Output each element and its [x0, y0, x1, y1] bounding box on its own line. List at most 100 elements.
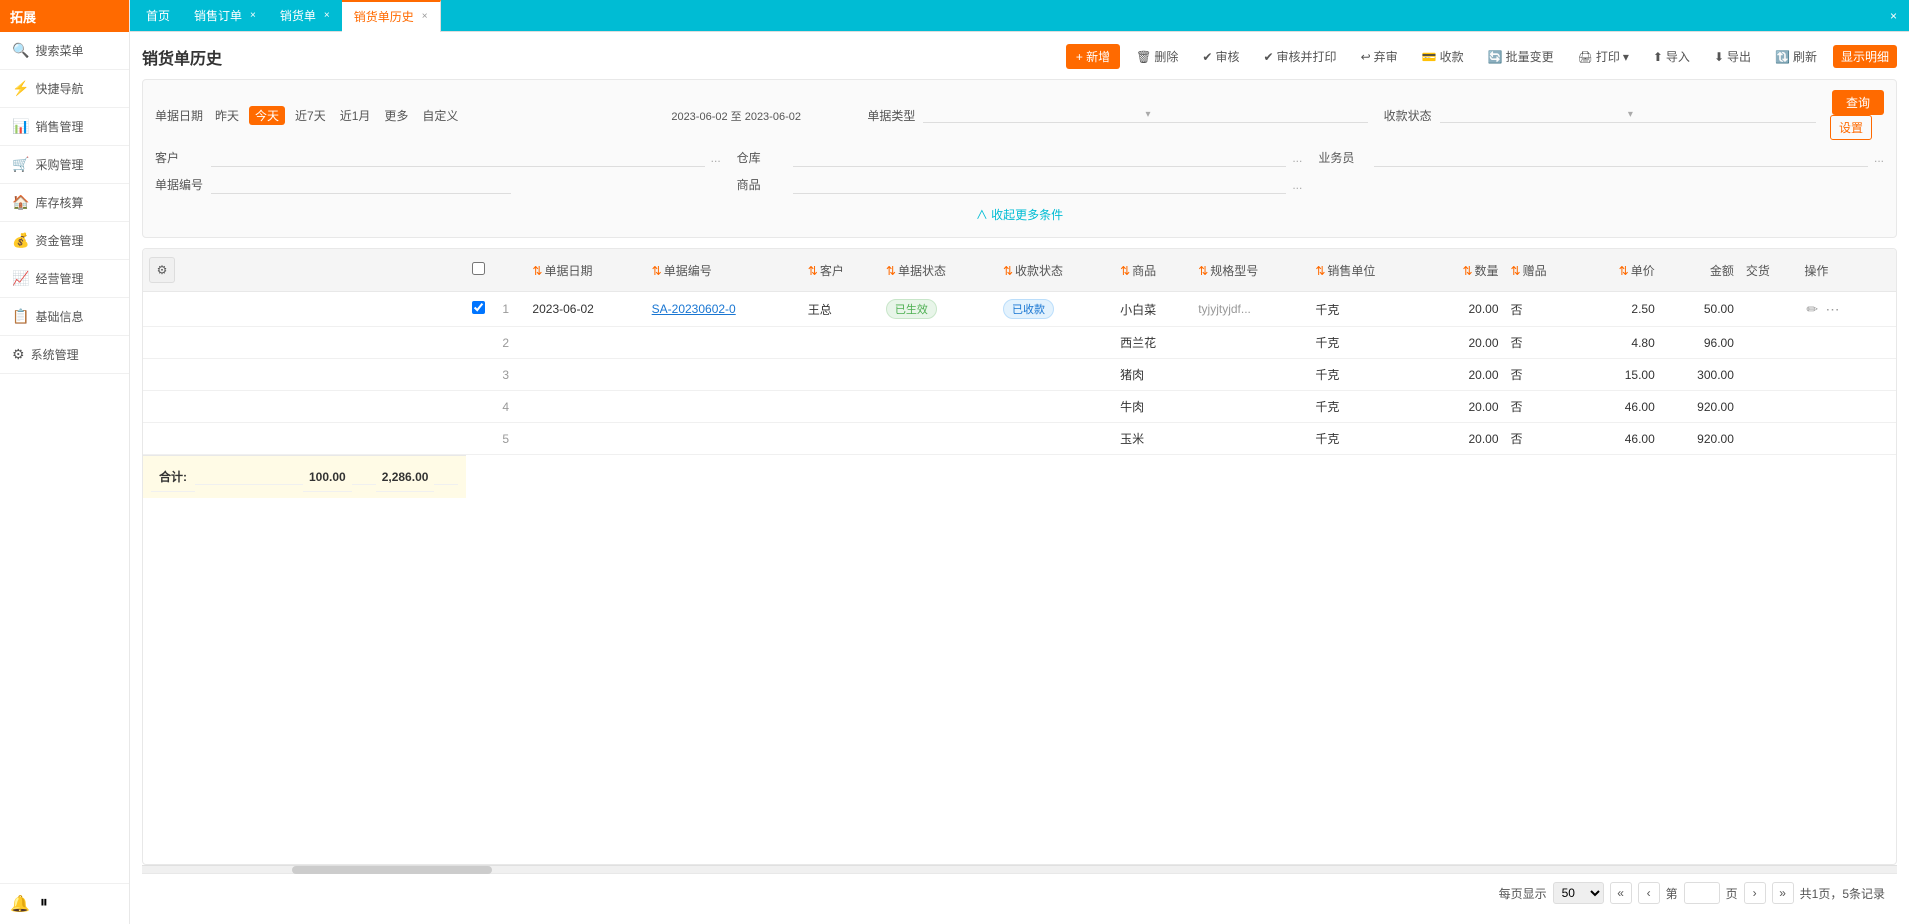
row-checkbox[interactable] [472, 301, 485, 314]
bell-icon[interactable]: 🔔 [10, 894, 30, 914]
audit-button[interactable]: ✔ 审核 [1194, 45, 1247, 68]
salesperson-label: 业务员 [1318, 149, 1368, 166]
td-unit: 千克 [1309, 391, 1426, 423]
th-qty[interactable]: ⇅数量 [1426, 249, 1504, 292]
th-doc-status[interactable]: ⇅单据状态 [880, 249, 997, 292]
page-next-btn[interactable]: › [1744, 882, 1766, 904]
table: ⚙ ⇅单据日期 ⇅单据编号 ⇅客户 [143, 249, 1896, 498]
sidebar: 拓展 🔍 搜索菜单 ⚡ 快捷导航 📊 销售管理 🛒 采购管理 🏠 库存核算 💰 … [0, 0, 130, 924]
tab-home[interactable]: 首页 [134, 0, 182, 32]
th-unit[interactable]: ⇅销售单位 [1309, 249, 1426, 292]
horizontal-scrollbar[interactable] [142, 865, 1897, 873]
warehouse-dots[interactable]: ... [1292, 151, 1302, 165]
collect-button[interactable]: 💳 收款 [1414, 45, 1472, 68]
abandon-button[interactable]: ↩ 弃审 [1353, 45, 1406, 68]
td-action [1798, 391, 1896, 423]
pause-icon[interactable]: ⏸ [40, 894, 48, 914]
shortcut-yesterday[interactable]: 昨天 [211, 106, 243, 125]
tab-sales-history[interactable]: 销货单历史 × [342, 0, 441, 32]
page-first-btn[interactable]: « [1610, 882, 1632, 904]
sidebar-item-label: 资金管理 [35, 232, 83, 249]
td-customer: 王总 [802, 292, 880, 327]
query-button[interactable]: 查询 [1832, 90, 1884, 115]
th-date[interactable]: ⇅单据日期 [526, 249, 645, 292]
tab-close-sales-order[interactable]: × [250, 10, 256, 21]
sidebar-item-purchase[interactable]: 🛒 采购管理 [0, 146, 129, 184]
more-icon[interactable]: ⋯ [1825, 301, 1839, 317]
scrollbar-thumb[interactable] [292, 866, 492, 874]
page-header: 销货单历史 + 新增 🗑 删除 ✔ 审核 ✔ 审核并打印 ↩ [142, 44, 1897, 69]
filter-customer: 客户 ... [155, 148, 721, 167]
td-doc-status [880, 327, 997, 359]
tab-sales-delivery[interactable]: 销货单 × [268, 0, 342, 32]
th-amount: 金额 [1661, 249, 1740, 292]
export-button[interactable]: ⬇ 导出 [1706, 45, 1759, 68]
th-price[interactable]: ⇅单价 [1583, 249, 1661, 292]
sidebar-item-system[interactable]: ⚙ 系统管理 [0, 336, 129, 374]
sidebar-item-sales[interactable]: 📊 销售管理 [0, 108, 129, 146]
page-prev-btn[interactable]: ‹ [1638, 882, 1660, 904]
select-all-checkbox[interactable] [472, 262, 485, 275]
tab-close-all[interactable]: × [1882, 9, 1905, 23]
print-button[interactable]: 🖨 打印 ▾ [1570, 45, 1637, 68]
th-spec[interactable]: ⇅规格型号 [1192, 249, 1309, 292]
th-customer[interactable]: ⇅客户 [802, 249, 880, 292]
goods-input[interactable] [793, 175, 1287, 194]
td-date [526, 359, 645, 391]
page-last-btn[interactable]: » [1772, 882, 1794, 904]
tab-close-history[interactable]: × [422, 11, 428, 22]
th-collect-status[interactable]: ⇅收款状态 [997, 249, 1114, 292]
edit-icon[interactable]: ✏ [1806, 301, 1818, 317]
shortcut-more[interactable]: 更多 [380, 106, 412, 125]
doc-no-link[interactable]: SA-20230602-0 [652, 302, 736, 316]
salesperson-input[interactable] [1374, 148, 1868, 167]
sidebar-item-finance[interactable]: 💰 资金管理 [0, 222, 129, 260]
delete-button[interactable]: 🗑 删除 [1128, 45, 1186, 68]
filter-collect-status: 收款状态 ▾ 查询 设置 [1384, 90, 1884, 140]
settings-button[interactable]: 设置 [1830, 115, 1872, 140]
shortcut-1month[interactable]: 近1月 [336, 106, 375, 125]
th-gift[interactable]: ⇅赠品 [1505, 249, 1583, 292]
shortcut-today[interactable]: 今天 [249, 106, 285, 125]
doc-type-select[interactable]: ▾ [923, 107, 1367, 123]
customer-dots[interactable]: ... [711, 151, 721, 165]
collapse-button[interactable]: ∧ 收起更多条件 [155, 202, 1884, 227]
show-detail-button[interactable]: 显示明细 [1833, 45, 1897, 68]
goods-dots[interactable]: ... [1292, 178, 1302, 192]
salesperson-dots[interactable]: ... [1874, 151, 1884, 165]
batch-change-button[interactable]: 🔄 批量变更 [1480, 45, 1562, 68]
new-button[interactable]: + 新增 [1066, 44, 1120, 69]
doc-no-input[interactable] [211, 175, 511, 194]
date-label: 单据日期 [155, 107, 205, 124]
per-page-select[interactable]: 50 20 100 [1553, 882, 1604, 904]
sidebar-item-search[interactable]: 🔍 搜索菜单 [0, 32, 129, 70]
shortcut-7days[interactable]: 近7天 [291, 106, 330, 125]
tab-close-delivery[interactable]: × [324, 10, 330, 21]
per-page-label: 每页显示 [1499, 885, 1547, 902]
td-price: 4.80 [1583, 327, 1661, 359]
sidebar-item-basic-info[interactable]: 📋 基础信息 [0, 298, 129, 336]
th-goods[interactable]: ⇅商品 [1114, 249, 1192, 292]
shortcut-custom[interactable]: 自定义 [418, 106, 462, 125]
th-doc-no[interactable]: ⇅单据编号 [646, 249, 802, 292]
import-button[interactable]: ⬆ 导入 [1645, 45, 1698, 68]
goods-label: 商品 [737, 176, 787, 193]
print-icon: 🖨 [1578, 50, 1593, 64]
sidebar-item-inventory[interactable]: 🏠 库存核算 [0, 184, 129, 222]
table-settings-btn[interactable]: ⚙ [149, 257, 175, 283]
total-label: 共1页，5条记录 [1800, 885, 1885, 902]
customer-input[interactable] [211, 148, 705, 167]
footer-total-amount: 2,286.00 [376, 463, 435, 492]
warehouse-input[interactable] [793, 148, 1287, 167]
td-gift: 否 [1505, 327, 1583, 359]
sidebar-bottom: 🔔 ⏸ [0, 883, 129, 924]
tab-sales-order[interactable]: 销售订单 × [182, 0, 268, 32]
date-range: 2023-06-02 至 2023-06-02 [671, 108, 851, 124]
page-input[interactable]: 1 [1684, 882, 1720, 904]
collect-status-select[interactable]: ▾ [1440, 107, 1816, 123]
toolbar: + 新增 🗑 删除 ✔ 审核 ✔ 审核并打印 ↩ 弃审 [1066, 44, 1897, 69]
sidebar-item-quicknav[interactable]: ⚡ 快捷导航 [0, 70, 129, 108]
audit-print-button[interactable]: ✔ 审核并打印 [1255, 45, 1344, 68]
refresh-button[interactable]: 🔃 刷新 [1767, 45, 1825, 68]
sidebar-item-operations[interactable]: 📈 经营管理 [0, 260, 129, 298]
